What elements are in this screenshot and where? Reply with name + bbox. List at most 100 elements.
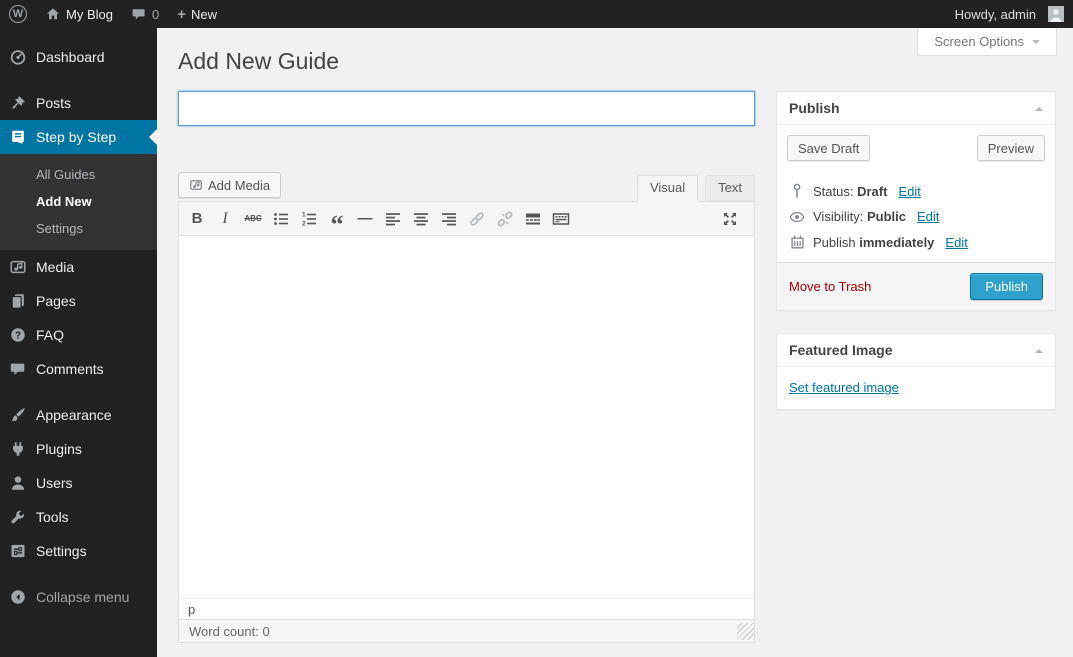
editor-mode-tabs: Visual Text (630, 175, 755, 202)
admin-bar-right: Howdy, admin (946, 0, 1073, 28)
move-to-trash-link[interactable]: Move to Trash (789, 279, 871, 294)
post-title-input[interactable] (178, 91, 755, 126)
sidebar-label-dashboard: Dashboard (36, 49, 105, 65)
sidebar-item-tools[interactable]: Tools (0, 500, 157, 534)
new-content-menu[interactable]: + New (168, 0, 226, 28)
sidebar-label-appearance: Appearance (36, 407, 112, 423)
sliders-icon (8, 541, 28, 561)
toolbar-toggle-icon[interactable] (547, 206, 575, 232)
featured-image-body: Set featured image (777, 367, 1055, 409)
visibility-label: Visibility: (813, 209, 864, 224)
submenu-item-add-new[interactable]: Add New (0, 188, 157, 215)
edit-visibility-link[interactable]: Edit (917, 209, 939, 224)
account-menu[interactable]: Howdy, admin (946, 0, 1073, 28)
dashboard-icon (8, 47, 28, 67)
publish-box-title: Publish (789, 100, 840, 116)
sidebar-item-faq[interactable]: ? FAQ (0, 318, 157, 352)
sidebar-item-posts[interactable]: Posts (0, 86, 157, 120)
editor-path-bar: p (179, 598, 754, 619)
submenu-item-settings[interactable]: Settings (0, 215, 157, 242)
edit-status-link[interactable]: Edit (898, 184, 920, 199)
editor-toolbar: B I ABC 12 “ — (179, 202, 754, 238)
editor-resize-handle[interactable] (737, 622, 754, 640)
sidebar-label-faq: FAQ (36, 327, 65, 343)
fullscreen-icon[interactable] (716, 206, 744, 232)
sidebar-item-step-by-step[interactable]: Step by Step (0, 120, 157, 154)
sidebar-label-posts: Posts (36, 95, 72, 111)
align-right-icon[interactable] (435, 206, 463, 232)
sidebar-label-tools: Tools (36, 509, 69, 525)
wordpress-logo-icon: W (9, 5, 27, 23)
sidebar-label-users: Users (36, 475, 73, 491)
sidebar-item-plugins[interactable]: Plugins (0, 432, 157, 466)
schedule-label: Publish (813, 234, 856, 250)
bold-icon[interactable]: B (183, 206, 211, 232)
sidebar-item-settings[interactable]: Settings (0, 534, 157, 568)
status-row: Status: Draft Edit (789, 183, 1043, 199)
align-center-icon[interactable] (407, 206, 435, 232)
featured-image-box: Featured Image Set featured image (776, 333, 1056, 410)
publish-box-header[interactable]: Publish (777, 92, 1055, 125)
numbered-list-icon[interactable]: 12 (295, 206, 323, 232)
step-by-step-icon (8, 127, 28, 147)
sidebar-label-media: Media (36, 259, 75, 275)
link-icon[interactable] (463, 206, 491, 232)
comments-menu[interactable]: 0 (122, 0, 168, 28)
wrench-icon (8, 507, 28, 527)
toggle-up-icon[interactable] (1035, 103, 1043, 111)
sidebar-separator (0, 386, 157, 398)
sidebar-item-comments[interactable]: Comments (0, 352, 157, 386)
unlink-icon[interactable] (491, 206, 519, 232)
schedule-row: Publish immediately Edit (789, 234, 1043, 250)
add-media-icon (189, 178, 203, 192)
pages-icon (8, 291, 28, 311)
screen-options-label: Screen Options (934, 34, 1024, 49)
editor-canvas[interactable] (179, 236, 754, 598)
sidebar-separator (0, 568, 157, 580)
tab-visual[interactable]: Visual (636, 175, 699, 202)
plug-icon (8, 439, 28, 459)
bullet-list-icon[interactable] (267, 206, 295, 232)
sidebar-item-media[interactable]: Media (0, 250, 157, 284)
sidebar-label-plugins: Plugins (36, 441, 82, 457)
sidebar-item-appearance[interactable]: Appearance (0, 398, 157, 432)
toggle-up-icon[interactable] (1035, 345, 1043, 353)
sidebar-item-users[interactable]: Users (0, 466, 157, 500)
sidebar-column: Publish Save Draft Preview Status: Draft (776, 91, 1056, 643)
pushpin-icon (8, 93, 28, 113)
blockquote-icon[interactable]: “ (323, 206, 351, 238)
sidebar-item-pages[interactable]: Pages (0, 284, 157, 318)
speech-bubble-icon (8, 359, 28, 379)
add-media-button[interactable]: Add Media (178, 172, 282, 198)
horizontal-rule-icon[interactable]: — (351, 206, 379, 232)
editor-path-element[interactable]: p (188, 602, 195, 617)
collapse-menu-button[interactable]: Collapse menu (0, 580, 157, 614)
tab-text[interactable]: Text (705, 175, 755, 201)
howdy-label: Howdy, admin (954, 6, 1036, 22)
misc-publishing-actions: Status: Draft Edit Visibility: Public Ed… (777, 171, 1055, 262)
paintbrush-icon (8, 405, 28, 425)
preview-button[interactable]: Preview (976, 135, 1045, 161)
status-text: Status: Draft (813, 184, 887, 199)
sidebar-separator (0, 74, 157, 86)
sidebar-label-step-by-step: Step by Step (36, 129, 117, 145)
align-left-icon[interactable] (379, 206, 407, 232)
media-buttons-row: Add Media Visual Text (178, 170, 755, 202)
set-featured-image-link[interactable]: Set featured image (789, 380, 899, 395)
sidebar-label-settings: Settings (36, 543, 87, 559)
publish-button[interactable]: Publish (970, 273, 1043, 300)
add-media-label: Add Media (208, 177, 271, 193)
site-name-menu[interactable]: My Blog (36, 0, 122, 28)
screen-options-button[interactable]: Screen Options (917, 28, 1057, 56)
save-draft-button[interactable]: Save Draft (787, 135, 871, 161)
wordpress-logo-menu[interactable]: W (0, 0, 36, 28)
submenu-item-all-guides[interactable]: All Guides (0, 161, 157, 188)
status-value: Draft (857, 183, 888, 199)
more-tag-icon[interactable] (519, 206, 547, 232)
featured-image-header[interactable]: Featured Image (777, 334, 1055, 367)
edit-schedule-link[interactable]: Edit (945, 235, 967, 250)
sidebar-item-dashboard[interactable]: Dashboard (0, 40, 157, 74)
italic-icon[interactable]: I (211, 206, 239, 232)
chevron-down-icon (1032, 39, 1040, 48)
strikethrough-icon[interactable]: ABC (239, 206, 267, 232)
